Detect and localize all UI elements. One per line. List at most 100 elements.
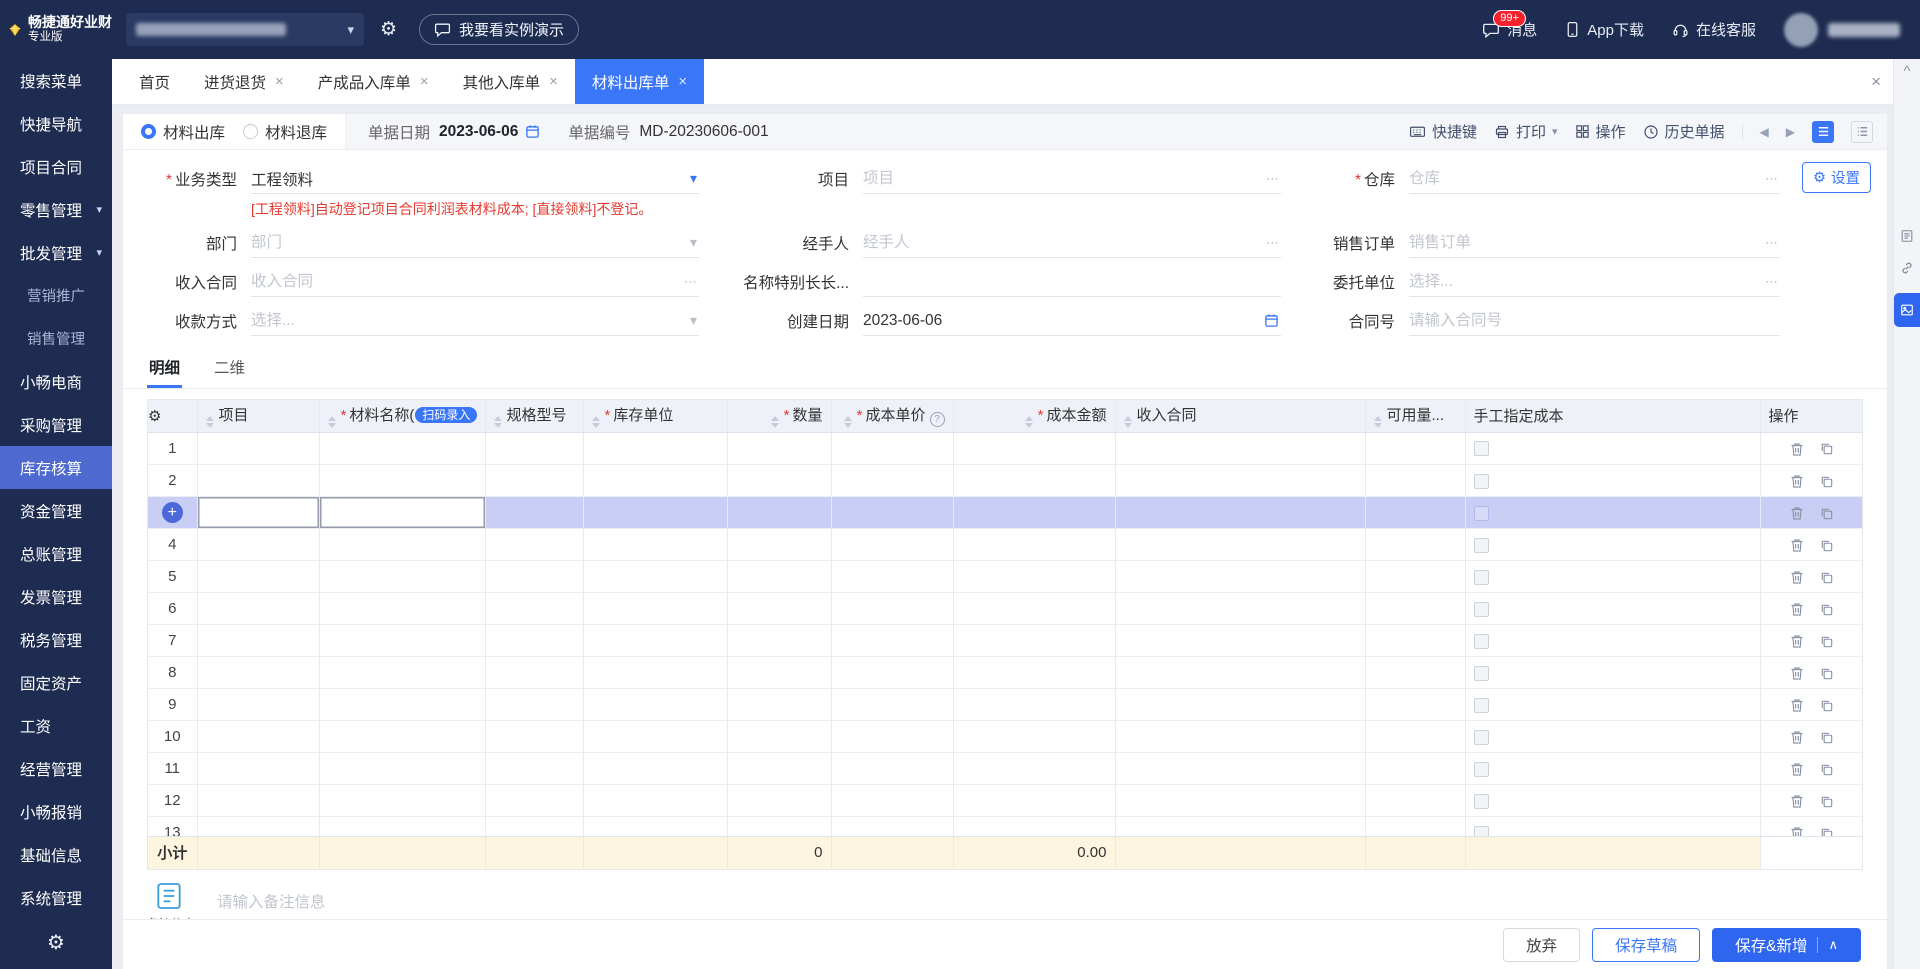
cell-cost-amount[interactable] <box>953 592 1116 625</box>
cell-manual-cost[interactable] <box>1465 432 1761 465</box>
tab-purchase-return[interactable]: 进货退货 × <box>187 59 301 104</box>
cell-manual-cost[interactable] <box>1465 624 1761 657</box>
tab-detail[interactable]: 明细 <box>147 349 183 388</box>
cell-project[interactable] <box>197 496 320 529</box>
sort-icon[interactable] <box>1024 415 1033 428</box>
cell-material-name[interactable] <box>319 784 486 817</box>
cell-quantity[interactable] <box>727 720 832 753</box>
note-icon-block[interactable]: 备注信息 <box>147 880 195 919</box>
cell-cost-amount[interactable] <box>953 464 1116 497</box>
sidebar-item-operation-mgmt[interactable]: 经营管理 <box>0 747 112 790</box>
sort-icon[interactable] <box>327 415 336 428</box>
department-input[interactable] <box>251 233 677 252</box>
row-number[interactable]: 13 <box>148 816 198 836</box>
row-number[interactable]: 8 <box>148 656 198 689</box>
manual-cost-checkbox[interactable] <box>1473 537 1489 553</box>
cell-material-name[interactable] <box>319 752 486 785</box>
cell-material-name[interactable] <box>319 528 486 561</box>
cell-income-contract[interactable] <box>1115 688 1366 721</box>
cell-quantity[interactable] <box>727 560 832 593</box>
sidebar-item-retail-mgmt[interactable]: 零售管理 ▾ <box>0 188 112 231</box>
cell-available-qty[interactable] <box>1365 528 1466 561</box>
sidebar-item-sales-mgmt[interactable]: 销售管理 <box>0 317 112 360</box>
cell-manual-cost[interactable] <box>1465 656 1761 689</box>
copy-row-icon[interactable] <box>1819 474 1834 489</box>
cell-manual-cost[interactable] <box>1465 592 1761 625</box>
sidebar-item-marketing[interactable]: 营销推广 <box>0 274 112 317</box>
cell-material-name[interactable] <box>319 720 486 753</box>
manual-cost-checkbox[interactable] <box>1473 697 1489 713</box>
cell-material-name[interactable] <box>319 592 486 625</box>
row-number[interactable]: 4 <box>148 528 198 561</box>
cell-cost-amount[interactable] <box>953 528 1116 561</box>
close-icon[interactable]: × <box>275 73 284 90</box>
manual-cost-checkbox[interactable] <box>1473 473 1489 489</box>
cell-unit-cost[interactable] <box>831 496 954 529</box>
sidebar-item-tax-mgmt[interactable]: 税务管理 <box>0 618 112 661</box>
cell-unit-cost[interactable] <box>831 752 954 785</box>
cell-material-name[interactable] <box>319 560 486 593</box>
cell-unit-cost[interactable] <box>831 816 954 836</box>
column-header-quantity[interactable]: * 数量 <box>727 400 832 433</box>
delete-row-icon[interactable] <box>1789 633 1805 649</box>
client-unit-input[interactable] <box>1409 272 1758 291</box>
cell-income-contract[interactable] <box>1115 656 1366 689</box>
tab-2d[interactable]: 二维 <box>212 349 247 388</box>
copy-row-icon[interactable] <box>1819 794 1834 809</box>
row-number[interactable]: 6 <box>148 592 198 625</box>
cell-income-contract[interactable] <box>1115 528 1366 561</box>
chevron-down-icon[interactable]: ▾ <box>690 312 697 329</box>
delete-row-icon[interactable] <box>1789 729 1805 745</box>
cell-stock-unit[interactable] <box>583 784 728 817</box>
cell-cost-amount[interactable] <box>953 816 1116 836</box>
next-doc-button[interactable]: ▶ <box>1786 125 1795 139</box>
copy-row-icon[interactable] <box>1819 698 1834 713</box>
cell-quantity[interactable] <box>727 496 832 529</box>
cell-quantity[interactable] <box>727 592 832 625</box>
row-number[interactable]: 10 <box>148 720 198 753</box>
cell-spec-model[interactable] <box>485 592 584 625</box>
cell-spec-model[interactable] <box>485 688 584 721</box>
delete-row-icon[interactable] <box>1789 793 1805 809</box>
cell-cost-amount[interactable] <box>953 624 1116 657</box>
cell-spec-model[interactable] <box>485 720 584 753</box>
sidebar-item-xiaochang-expense[interactable]: 小畅报销 <box>0 790 112 833</box>
cell-quantity[interactable] <box>727 624 832 657</box>
collapse-panel-button[interactable]: ^ <box>1903 64 1910 79</box>
sidebar-item-inventory-accounting[interactable]: 库存核算 <box>0 446 112 489</box>
manual-cost-checkbox[interactable] <box>1473 633 1489 649</box>
column-header-actions[interactable]: 操作 <box>1760 400 1862 433</box>
cell-cost-amount[interactable] <box>953 720 1116 753</box>
cell-manual-cost[interactable] <box>1465 528 1761 561</box>
cell-available-qty[interactable] <box>1365 656 1466 689</box>
sort-icon[interactable] <box>770 415 779 428</box>
user-menu[interactable] <box>1784 12 1900 47</box>
cell-stock-unit[interactable] <box>583 688 728 721</box>
copy-row-icon[interactable] <box>1819 826 1834 836</box>
copy-row-icon[interactable] <box>1819 602 1834 617</box>
cell-quantity[interactable] <box>727 528 832 561</box>
cell-stock-unit[interactable] <box>583 592 728 625</box>
cell-material-name[interactable] <box>319 624 486 657</box>
column-header-income-contract[interactable]: 收入合同 <box>1115 400 1366 433</box>
tab-finished-goods-inbound[interactable]: 产成品入库单 × <box>301 59 446 104</box>
cell-project[interactable] <box>197 656 320 689</box>
column-header-unit-cost[interactable]: * 成本单价? <box>831 400 954 433</box>
column-header-project[interactable]: 项目 <box>197 400 320 433</box>
cell-unit-cost[interactable] <box>831 688 954 721</box>
manual-cost-checkbox[interactable] <box>1473 569 1489 585</box>
cell-available-qty[interactable] <box>1365 784 1466 817</box>
cell-cost-amount[interactable] <box>953 688 1116 721</box>
discard-button[interactable]: 放弃 <box>1503 927 1581 962</box>
ellipsis-picker-icon[interactable]: ⋯ <box>1266 171 1279 187</box>
cell-unit-cost[interactable] <box>831 592 954 625</box>
cell-project[interactable] <box>197 784 320 817</box>
manual-cost-checkbox[interactable] <box>1473 793 1489 809</box>
ellipsis-picker-icon[interactable]: ⋯ <box>1765 171 1778 187</box>
sidebar-item-xiaochang-ecom[interactable]: 小畅电商 <box>0 360 112 403</box>
cell-material-name[interactable] <box>319 816 486 836</box>
tab-material-outbound[interactable]: 材料出库单 × <box>574 59 705 104</box>
cell-manual-cost[interactable] <box>1465 720 1761 753</box>
cell-available-qty[interactable] <box>1365 752 1466 785</box>
column-header-available-qty[interactable]: 可用量... <box>1365 400 1466 433</box>
